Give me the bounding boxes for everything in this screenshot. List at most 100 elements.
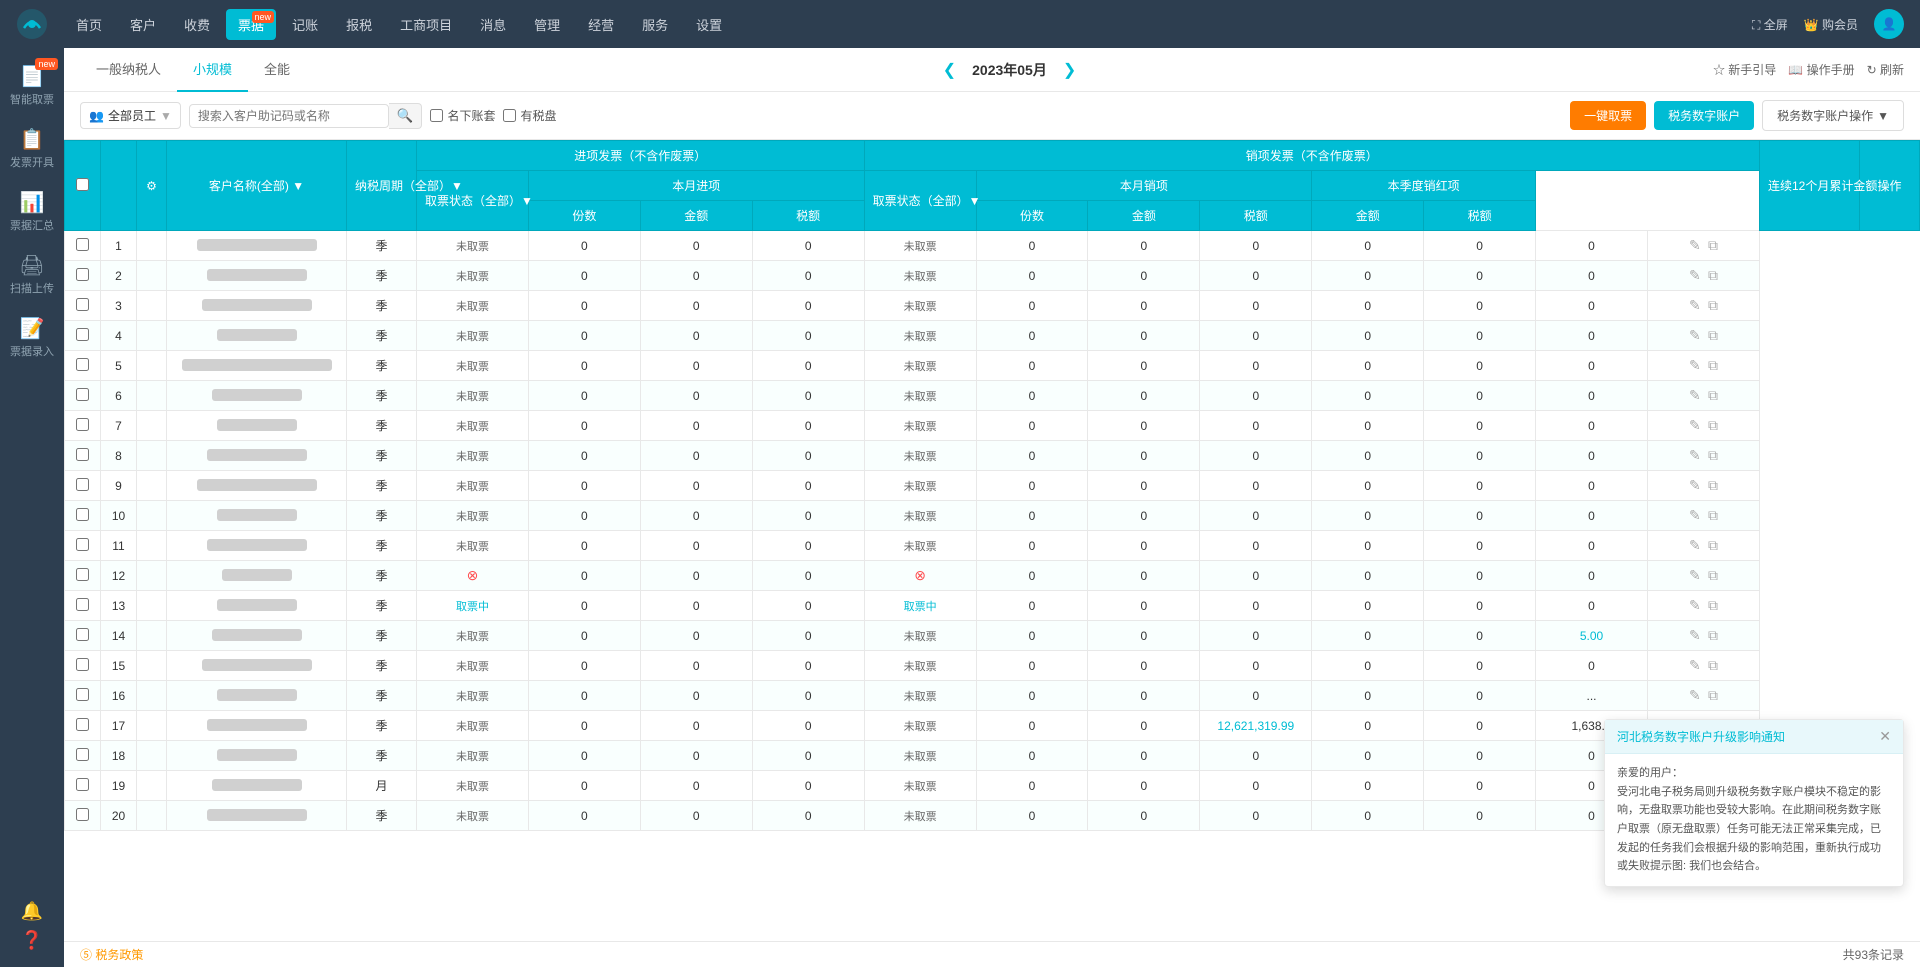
copy-btn[interactable]: ⧉ [1706,357,1720,373]
row-check[interactable] [65,651,101,681]
tax-policy-link[interactable]: ⑤ 税务政策 [80,946,143,963]
row-check[interactable] [65,441,101,471]
row-check[interactable] [65,411,101,441]
nav-item-报税[interactable]: 报税 [334,9,384,40]
row-check[interactable] [65,681,101,711]
tax-op-btn[interactable]: 税务数字账户操作 ▼ [1762,100,1904,131]
sidebar-help-icon[interactable]: ❓ [21,930,43,951]
employee-select[interactable]: 👥 全部员工 ▼ [80,102,181,129]
refresh-btn[interactable]: ↻ 刷新 [1867,61,1904,78]
sub-tab-一般纳税人[interactable]: 一般纳税人 [80,48,177,92]
row-check[interactable] [65,261,101,291]
nav-item-设置[interactable]: 设置 [684,9,734,40]
edit-btn[interactable]: ✎ [1687,597,1703,613]
copy-btn[interactable]: ⧉ [1706,327,1720,343]
notif-close-btn[interactable]: ✕ [1879,728,1891,745]
edit-btn[interactable]: ✎ [1687,477,1703,493]
sub-tab-小规模[interactable]: 小规模 [177,48,248,92]
edit-btn[interactable]: ✎ [1687,627,1703,643]
copy-btn[interactable]: ⧉ [1706,657,1720,673]
check-all[interactable] [76,178,89,191]
copy-btn[interactable]: ⧉ [1706,477,1720,493]
copy-btn[interactable]: ⧉ [1706,627,1720,643]
period-header[interactable]: 纳税周期（全部）▼ [347,141,417,231]
edit-btn[interactable]: ✎ [1687,387,1703,403]
copy-btn[interactable]: ⧉ [1706,237,1720,253]
sidebar-item-票据汇总[interactable]: 📊票据汇总 [4,182,60,241]
nav-item-首页[interactable]: 首页 [64,9,114,40]
subledger-checkbox-label[interactable]: 名下账套 [430,107,495,124]
search-btn[interactable]: 🔍 [389,103,423,129]
row-check[interactable] [65,801,101,831]
edit-btn[interactable]: ✎ [1687,267,1703,283]
edit-btn[interactable]: ✎ [1687,417,1703,433]
nav-item-服务[interactable]: 服务 [630,9,680,40]
sidebar-item-票据录入[interactable]: 📝票据录入 [4,308,60,367]
sidebar-bell-icon[interactable]: 🔔 [21,901,43,922]
out-tax-link[interactable]: 12,621,319.99 [1217,719,1294,733]
manual-link[interactable]: 📖 操作手册 [1788,61,1854,78]
copy-btn[interactable]: ⧉ [1706,387,1720,403]
nav-item-客户[interactable]: 客户 [118,9,168,40]
row-check[interactable] [65,471,101,501]
edit-btn[interactable]: ✎ [1687,327,1703,343]
cumulative-link[interactable]: 5.00 [1580,629,1603,643]
search-input[interactable] [189,104,389,128]
sidebar-item-智能取票[interactable]: 📄智能取票new [4,56,60,115]
copy-btn[interactable]: ⧉ [1706,507,1720,523]
edit-btn[interactable]: ✎ [1687,657,1703,673]
edit-btn[interactable]: ✎ [1687,237,1703,253]
guide-link[interactable]: ☆ 新手引导 [1713,61,1776,78]
nav-item-工商项目[interactable]: 工商项目 [388,9,464,40]
row-check[interactable] [65,291,101,321]
row-check[interactable] [65,591,101,621]
client-name-header[interactable]: 客户名称(全部) ▼ [167,141,347,231]
sidebar-item-扫描上传[interactable]: 🖨扫描上传 [4,245,60,304]
row-check[interactable] [65,501,101,531]
copy-btn[interactable]: ⧉ [1706,267,1720,283]
copy-btn[interactable]: ⧉ [1706,447,1720,463]
row-check[interactable] [65,621,101,651]
nav-item-管理[interactable]: 管理 [522,9,572,40]
edit-btn[interactable]: ✎ [1687,567,1703,583]
nav-item-经营[interactable]: 经营 [576,9,626,40]
row-check[interactable] [65,381,101,411]
out-status-header[interactable]: 取票状态（全部）▼ [864,171,976,231]
settings-header[interactable]: ⚙ [137,141,167,231]
nav-item-收费[interactable]: 收费 [172,9,222,40]
copy-btn[interactable]: ⧉ [1706,537,1720,553]
next-month-btn[interactable]: ❯ [1059,56,1080,84]
copy-btn[interactable]: ⧉ [1706,687,1720,703]
row-check[interactable] [65,771,101,801]
edit-btn[interactable]: ✎ [1687,507,1703,523]
nav-item-票据[interactable]: 票据new [226,9,276,40]
member-btn[interactable]: 👑 购会员 [1804,16,1858,33]
check-all-header[interactable] [65,141,101,231]
copy-btn[interactable]: ⧉ [1706,597,1720,613]
row-check[interactable] [65,561,101,591]
subledger-checkbox[interactable] [430,109,443,122]
row-check[interactable] [65,351,101,381]
tax-digital-btn[interactable]: 税务数字账户 [1654,101,1754,130]
edit-btn[interactable]: ✎ [1687,357,1703,373]
edit-btn[interactable]: ✎ [1687,447,1703,463]
taxdisc-checkbox[interactable] [503,109,516,122]
one-key-btn[interactable]: 一键取票 [1570,101,1646,130]
edit-btn[interactable]: ✎ [1687,297,1703,313]
copy-btn[interactable]: ⧉ [1706,567,1720,583]
edit-btn[interactable]: ✎ [1687,537,1703,553]
copy-btn[interactable]: ⧉ [1706,297,1720,313]
logo[interactable] [16,8,48,40]
avatar[interactable]: 👤 [1874,9,1904,39]
row-check[interactable] [65,711,101,741]
nav-item-消息[interactable]: 消息 [468,9,518,40]
taxdisc-checkbox-label[interactable]: 有税盘 [503,107,556,124]
sidebar-item-发票开具[interactable]: 📋发票开具 [4,119,60,178]
row-check[interactable] [65,531,101,561]
prev-month-btn[interactable]: ❮ [939,56,960,84]
row-check[interactable] [65,741,101,771]
row-check[interactable] [65,321,101,351]
row-check[interactable] [65,231,101,261]
nav-item-记账[interactable]: 记账 [280,9,330,40]
edit-btn[interactable]: ✎ [1687,687,1703,703]
